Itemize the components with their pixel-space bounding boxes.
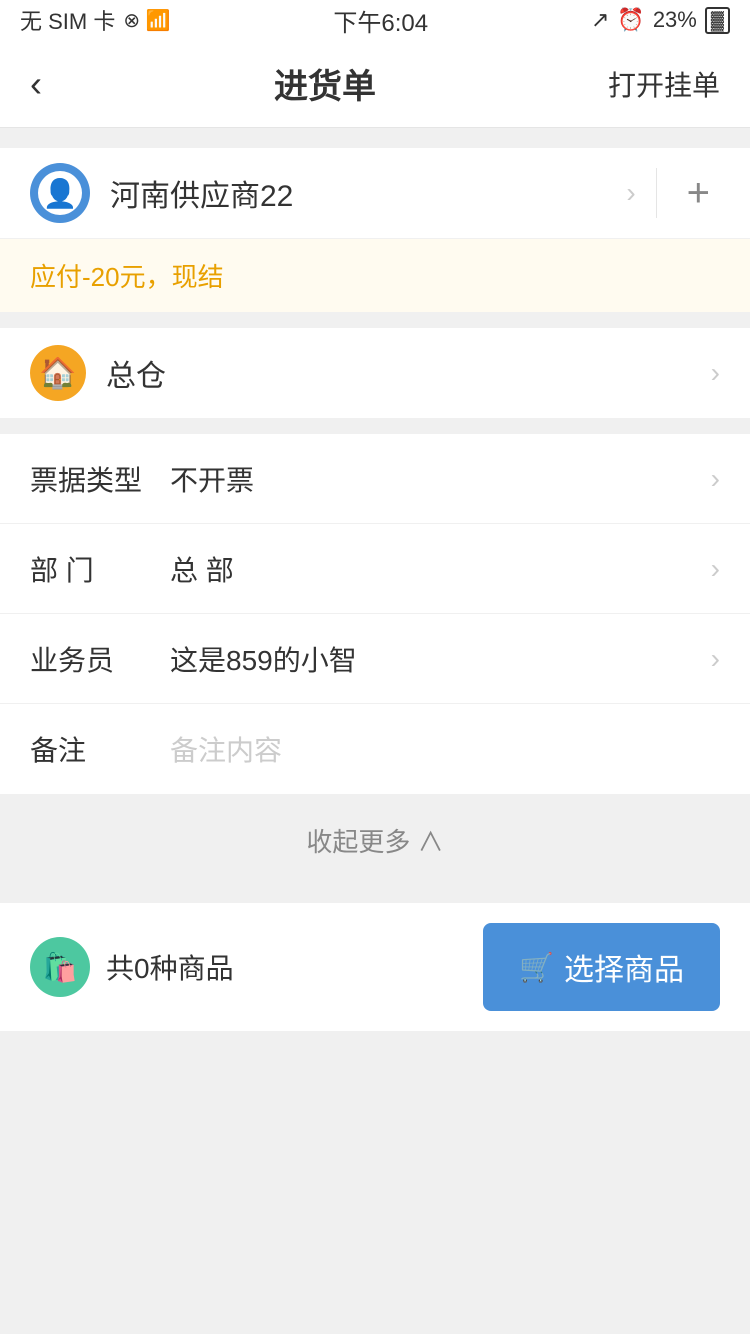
page-title: 进货单: [274, 59, 376, 108]
avatar-inner: 👤: [38, 171, 82, 215]
section-gap-2: [0, 312, 750, 328]
select-product-button[interactable]: 🛒 选择商品: [483, 923, 720, 1011]
user-icon: 👤: [43, 177, 78, 210]
battery-icon: ▓: [705, 7, 730, 34]
supplier-section: 👤 河南供应商22 › +: [0, 148, 750, 239]
warehouse-name: 总仓: [106, 351, 711, 395]
warehouse-icon: 🏠: [39, 356, 76, 391]
bottom-bar: 🛍️ 共0种商品 🛒 选择商品: [0, 903, 750, 1031]
product-count-icon: 🛍️: [30, 937, 90, 997]
product-count-text: 共0种商品: [106, 947, 483, 987]
alarm-icon: ⏰: [617, 7, 644, 33]
remark-value: 备注内容: [160, 729, 720, 769]
collapse-label: 收起更多 ∧: [306, 827, 443, 857]
supplier-chevron-icon: ›: [626, 177, 635, 209]
invoice-type-label: 票据类型: [30, 459, 160, 499]
page-content: 👤 河南供应商22 › + 应付-20元，现结 🏠 总仓 › 票据类型 不开票 …: [0, 128, 750, 1334]
department-row[interactable]: 部 门 总 部 ›: [0, 524, 750, 614]
back-button[interactable]: ‹: [30, 63, 42, 105]
notice-bar: 应付-20元，现结: [0, 239, 750, 312]
supplier-name: 河南供应商22: [110, 171, 626, 215]
select-product-icon: 🛒: [519, 951, 554, 984]
salesperson-label: 业务员: [30, 639, 160, 679]
collapse-row[interactable]: 收起更多 ∧: [0, 794, 750, 887]
notice-text: 应付-20元，现结: [30, 262, 224, 292]
invoice-type-row[interactable]: 票据类型 不开票 ›: [0, 434, 750, 524]
remark-row[interactable]: 备注 备注内容: [0, 704, 750, 794]
carrier-label: 无 SIM 卡: [20, 4, 115, 36]
open-pending-button[interactable]: 打开挂单: [608, 64, 720, 104]
add-supplier-button[interactable]: +: [677, 171, 720, 216]
warehouse-section[interactable]: 🏠 总仓 ›: [0, 328, 750, 418]
wifi-icon: ⊗ 📶: [123, 8, 170, 33]
form-section: 票据类型 不开票 › 部 门 总 部 › 业务员 这是859的小智 › 备注 备…: [0, 434, 750, 794]
select-product-label: 选择商品: [564, 945, 684, 989]
department-label: 部 门: [30, 549, 160, 589]
status-bar: 无 SIM 卡 ⊗ 📶 下午6:04 ↗ ⏰ 23% ▓: [0, 0, 750, 40]
battery-label: 23%: [653, 7, 697, 33]
warehouse-chevron-icon: ›: [711, 357, 720, 389]
supplier-divider: [656, 168, 657, 218]
supplier-avatar: 👤: [30, 163, 90, 223]
salesperson-value: 这是859的小智: [160, 639, 711, 679]
section-gap-1: [0, 128, 750, 148]
nav-bar: ‹ 进货单 打开挂单: [0, 40, 750, 128]
time-label: 下午6:04: [333, 3, 428, 38]
status-right: ↗ ⏰ 23% ▓: [591, 7, 730, 34]
remark-label: 备注: [30, 729, 160, 769]
salesperson-chevron-icon: ›: [711, 643, 720, 675]
supplier-row[interactable]: 👤 河南供应商22 ›: [30, 148, 636, 238]
department-value: 总 部: [160, 549, 711, 589]
warehouse-icon-wrap: 🏠: [30, 345, 86, 401]
status-left: 无 SIM 卡 ⊗ 📶: [20, 4, 171, 36]
invoice-type-value: 不开票: [160, 459, 711, 499]
cart-icon: 🛍️: [43, 951, 78, 984]
invoice-type-chevron-icon: ›: [711, 463, 720, 495]
salesperson-row[interactable]: 业务员 这是859的小智 ›: [0, 614, 750, 704]
department-chevron-icon: ›: [711, 553, 720, 585]
location-icon: ↗: [591, 7, 609, 33]
